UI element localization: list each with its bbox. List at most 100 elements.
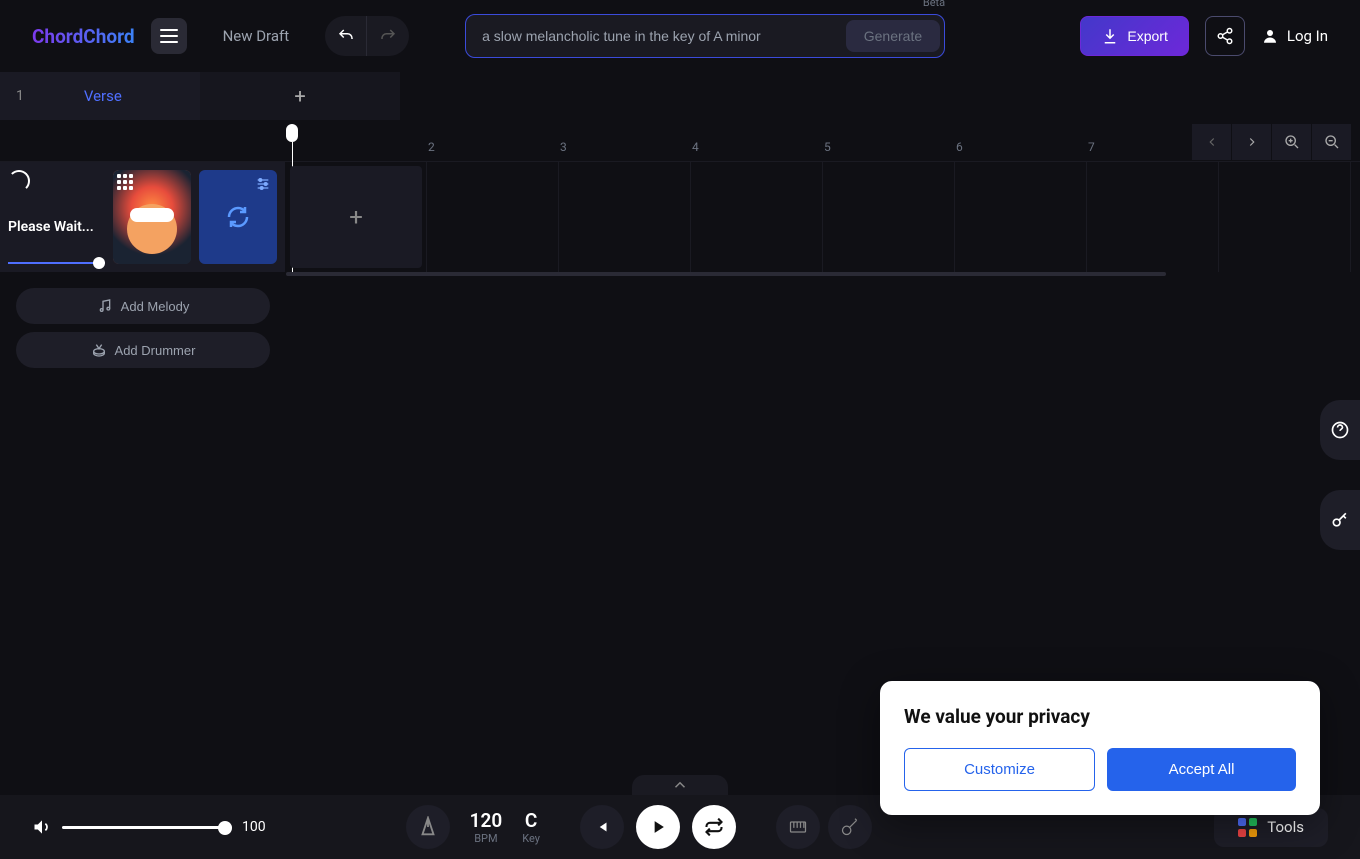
redo-button[interactable] [367,16,409,56]
scroll-left-button[interactable] [1192,124,1232,160]
download-icon [1101,27,1119,45]
grid-line [1086,162,1087,272]
loading-spinner-icon [8,170,30,192]
accept-all-button[interactable]: Accept All [1107,748,1296,791]
volume-value: 100 [242,819,266,835]
timeline-grid [426,162,1360,272]
grid-line [1218,162,1219,272]
ruler-mark: 3 [560,140,567,154]
logo[interactable]: ChordChord [32,25,135,48]
track-info: Please Wait... [8,170,105,264]
header-bar: ChordChord New Draft Beta Generate Expor… [0,0,1360,72]
melody-icon [97,298,113,314]
metronome-button[interactable] [406,805,450,849]
ruler-mark: 7 [1088,140,1095,154]
ruler-mark: 5 [824,140,831,154]
generate-button[interactable]: Generate [846,20,940,52]
add-clip-button[interactable]: + [290,166,422,268]
user-icon [1261,27,1279,45]
privacy-dialog: We value your privacy Customize Accept A… [880,681,1320,815]
share-button[interactable] [1205,16,1245,56]
search-bar: Generate [465,14,945,58]
skip-back-icon [593,818,611,836]
key-value: C [522,809,540,832]
expand-panel-tab[interactable] [632,775,728,795]
grid-line [426,162,427,272]
loop-icon [704,817,724,837]
piano-icon [788,817,808,837]
zoom-out-button[interactable] [1312,124,1352,160]
bpm-label: BPM [470,832,503,845]
header-right: Export Log In [1080,16,1328,56]
undo-redo-group [325,16,409,56]
metronome-icon [417,816,439,838]
beta-tag: Beta [923,0,945,9]
export-button[interactable]: Export [1080,16,1188,56]
key-icon [1330,510,1350,530]
help-tab[interactable] [1320,400,1360,460]
add-drummer-button[interactable]: Add Drummer [16,332,270,368]
tab-label: Verse [84,87,122,105]
customize-button[interactable]: Customize [904,748,1095,791]
track-status: Please Wait... [8,219,105,235]
ruler-controls [1192,124,1352,160]
guitar-button[interactable] [828,805,872,849]
master-volume: 100 [32,817,266,837]
zoom-in-icon [1284,134,1300,150]
section-tabs: 1 Verse + [0,72,1360,120]
login-button[interactable]: Log In [1261,27,1328,45]
volume-slider[interactable] [62,826,232,829]
hamburger-icon [160,29,178,43]
add-track-buttons: Add Melody Add Drummer [0,272,286,384]
zoom-out-icon [1324,134,1340,150]
grid-line [558,162,559,272]
key-display[interactable]: C Key [522,809,540,845]
guitar-icon [840,817,860,837]
play-button[interactable] [636,805,680,849]
grid-line [1350,162,1351,272]
timeline-scrollbar[interactable] [286,272,1166,276]
grid-line [954,162,955,272]
share-icon [1216,27,1234,45]
scroll-right-button[interactable] [1232,124,1272,160]
add-melody-label: Add Melody [121,299,190,314]
add-melody-button[interactable]: Add Melody [16,288,270,324]
search-wrapper: Beta Generate [465,14,945,58]
drummer-icon [91,342,107,358]
bpm-value: 120 [470,809,503,832]
loop-button[interactable] [692,805,736,849]
grid-line [690,162,691,272]
timeline-ruler[interactable]: 2 3 4 5 6 7 [0,120,1360,162]
track-header[interactable]: Please Wait... [0,162,286,272]
zoom-in-button[interactable] [1272,124,1312,160]
refresh-icon [226,205,250,229]
skip-back-button[interactable] [580,805,624,849]
piano-button[interactable] [776,805,820,849]
timeline[interactable]: + [286,162,1360,272]
track-volume-slider[interactable] [8,262,105,264]
tab-verse[interactable]: 1 Verse [0,72,200,120]
key-label: Key [522,832,540,845]
draft-title[interactable]: New Draft [223,27,290,45]
prompt-input[interactable] [482,28,846,44]
key-tab[interactable] [1320,490,1360,550]
track-thumbnail[interactable] [113,170,191,264]
plus-icon: + [294,84,305,108]
chevron-right-icon [1245,135,1259,149]
add-section-button[interactable]: + [200,72,400,120]
bpm-display[interactable]: 120 BPM [470,809,503,845]
track-regenerate-button[interactable] [199,170,277,264]
undo-icon [337,27,355,45]
menu-button[interactable] [151,18,187,54]
help-icon [1330,420,1350,440]
undo-button[interactable] [325,16,367,56]
playhead-handle [286,124,298,142]
grid-icon [117,174,133,190]
tools-label: Tools [1267,818,1304,836]
privacy-buttons: Customize Accept All [904,748,1296,791]
tools-icon [1238,818,1257,837]
privacy-title: We value your privacy [904,705,1296,728]
chevron-up-icon [671,776,689,794]
ruler-mark: 2 [428,140,435,154]
export-label: Export [1127,28,1167,44]
